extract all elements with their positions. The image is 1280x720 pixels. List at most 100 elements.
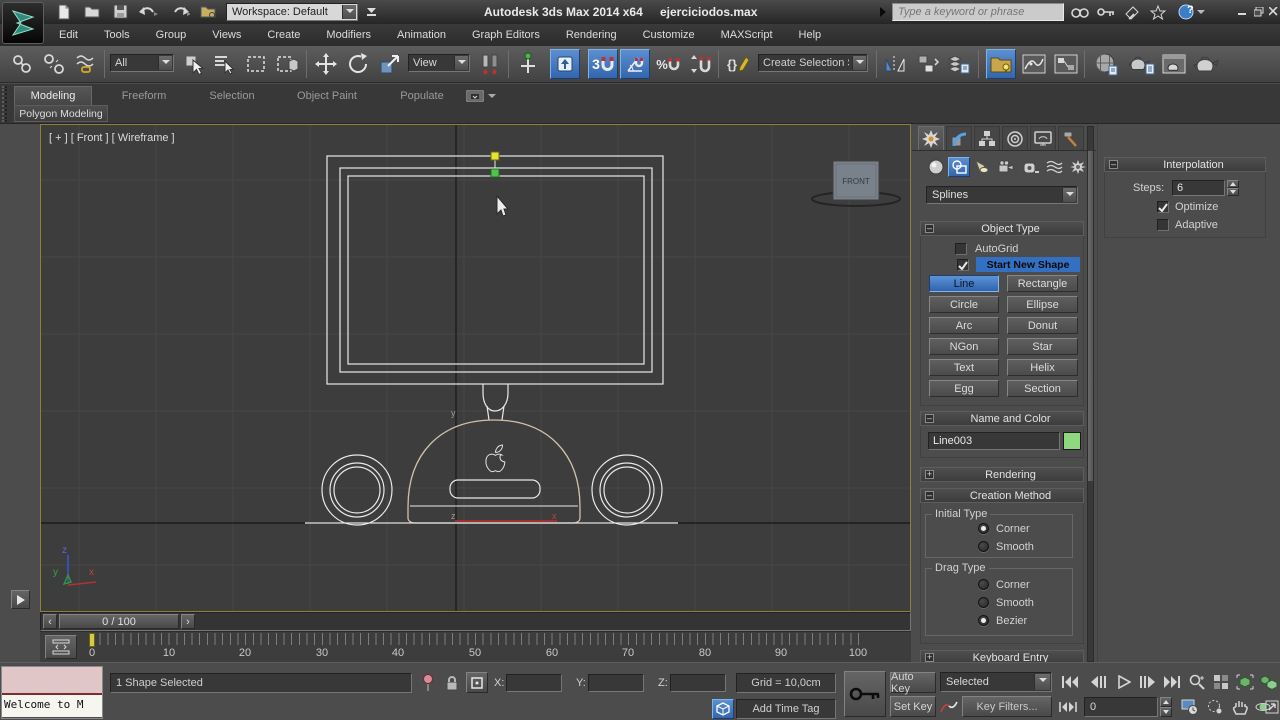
adaptive-checkbox[interactable] xyxy=(1157,219,1169,231)
viewcube[interactable]: FRONT xyxy=(811,160,901,207)
selection-filter-arrow-icon[interactable] xyxy=(158,56,172,70)
viewport-label[interactable]: [ + ] [ Front ] [ Wireframe ] xyxy=(49,132,175,144)
window-crossing-icon[interactable] xyxy=(274,50,302,78)
category-helpers-icon[interactable] xyxy=(1020,157,1041,177)
start-new-shape-button[interactable]: Start New Shape xyxy=(976,257,1080,272)
menu-group[interactable]: Group xyxy=(143,29,200,41)
viewport-canvas[interactable]: y z x FRONT z y x xyxy=(41,125,910,611)
ribbon-panel-polygon-modeling[interactable]: Polygon Modeling xyxy=(14,105,108,122)
keyboard-shortcut-override-button[interactable] xyxy=(550,49,580,79)
communication-key-icon[interactable] xyxy=(1094,2,1118,22)
tab-utilities[interactable] xyxy=(1058,126,1084,150)
tab-display[interactable] xyxy=(1030,126,1056,150)
selection-filter-dropdown[interactable]: All xyxy=(110,54,174,72)
tab-hierarchy[interactable] xyxy=(974,126,1000,150)
scrollbar-thumb[interactable] xyxy=(1088,151,1093,481)
go-to-end-button[interactable] xyxy=(1160,672,1184,692)
frame-spinner-down-icon[interactable] xyxy=(1160,707,1172,717)
window-minimize-button[interactable] xyxy=(1236,5,1249,18)
bind-to-space-warp-icon[interactable] xyxy=(72,50,100,78)
viewport-front[interactable]: y z x FRONT z y x [ + ] [ Front ] [ Wire… xyxy=(40,124,911,612)
listener-pink-pane[interactable] xyxy=(2,667,102,695)
select-and-move-icon[interactable] xyxy=(312,50,340,78)
absolute-relative-toggle-button[interactable] xyxy=(466,672,488,693)
current-frame-field[interactable]: 0 xyxy=(1084,697,1158,717)
layer-manager-icon[interactable] xyxy=(944,50,972,78)
rendered-frame-window-icon[interactable] xyxy=(1160,50,1188,78)
window-restore-button[interactable] xyxy=(1252,5,1265,18)
selection-lock-balloon-icon[interactable] xyxy=(418,673,438,693)
steps-spinner-up-icon[interactable] xyxy=(1227,180,1239,188)
auto-key-button[interactable]: Auto Key xyxy=(890,671,936,695)
mini-curve-editor-button[interactable] xyxy=(45,635,77,659)
help-button[interactable]: ? xyxy=(1176,2,1206,22)
shape-button-line[interactable]: Line xyxy=(929,275,999,292)
shape-button-helix[interactable]: Helix xyxy=(1007,359,1078,376)
shape-button-rectangle[interactable]: Rectangle xyxy=(1007,275,1078,292)
satellite-icon[interactable] xyxy=(1120,2,1144,22)
redo-icon[interactable] xyxy=(166,1,194,22)
select-and-scale-icon[interactable] xyxy=(376,50,404,78)
category-geometry-icon[interactable] xyxy=(925,157,946,177)
next-frame-button[interactable] xyxy=(1136,672,1160,692)
material-editor-icon[interactable] xyxy=(1092,50,1120,78)
drag-type-corner-radio[interactable] xyxy=(978,579,989,590)
command-panel-scrollbar[interactable] xyxy=(1087,126,1094,662)
current-frame-marker[interactable] xyxy=(89,633,95,647)
percent-snap-toggle-icon[interactable]: % xyxy=(654,50,682,78)
maximize-viewport-toggle-button[interactable] xyxy=(1264,697,1280,717)
select-object-icon[interactable] xyxy=(180,50,208,78)
snap-toggle-3d-button[interactable]: 3 xyxy=(588,49,618,79)
interpolation-rollout-header[interactable]: – Interpolation xyxy=(1104,157,1266,172)
start-new-shape-checkbox[interactable] xyxy=(957,259,969,271)
drag-type-smooth-radio[interactable] xyxy=(978,597,989,608)
shape-button-star[interactable]: Star xyxy=(1007,338,1078,355)
coordinate-system-dropdown[interactable]: View xyxy=(408,54,470,72)
create-selection-set-arrow-icon[interactable] xyxy=(852,56,866,70)
shape-button-donut[interactable]: Donut xyxy=(1007,317,1078,334)
add-time-tag-button[interactable]: Add Time Tag xyxy=(736,699,836,719)
steps-spinner-down-icon[interactable] xyxy=(1227,188,1239,196)
time-slider-track[interactable]: ‹ 0 / 100 › xyxy=(40,612,911,631)
angle-snap-toggle-button[interactable] xyxy=(620,49,650,79)
ribbon-tab-populate[interactable]: Populate xyxy=(384,86,460,105)
spinner-snap-toggle-icon[interactable] xyxy=(686,50,714,78)
shape-button-circle[interactable]: Circle xyxy=(929,296,999,313)
track-bar[interactable]: 0 10 20 30 40 50 60 70 80 90 100 xyxy=(40,631,911,662)
coordinate-system-arrow-icon[interactable] xyxy=(454,56,468,70)
key-selection-filter-dropdown[interactable]: Selected xyxy=(940,672,1052,692)
shape-button-ellipse[interactable]: Ellipse xyxy=(1007,296,1078,313)
search-field[interactable] xyxy=(892,3,1064,21)
initial-type-smooth-radio[interactable] xyxy=(978,541,989,552)
imac-monitor-wireframe[interactable] xyxy=(326,155,664,421)
favorites-star-icon[interactable] xyxy=(1146,2,1170,22)
time-configuration-button[interactable] xyxy=(1178,697,1202,717)
object-color-swatch[interactable] xyxy=(1063,432,1081,450)
maxscript-mini-listener[interactable]: Welcome to M xyxy=(1,666,103,719)
z-coord-field[interactable] xyxy=(670,674,726,692)
menu-views[interactable]: Views xyxy=(199,29,254,41)
category-systems-icon[interactable] xyxy=(1067,157,1088,177)
menu-customize[interactable]: Customize xyxy=(630,29,708,41)
zoom-time-icon[interactable] xyxy=(1186,672,1208,692)
search-expand-icon[interactable] xyxy=(878,6,888,18)
optimize-checkbox[interactable] xyxy=(1157,201,1169,213)
previous-frame-button[interactable] xyxy=(1086,672,1110,692)
key-selection-filter-arrow-icon[interactable] xyxy=(1034,674,1050,690)
window-close-button[interactable] xyxy=(1267,5,1280,18)
shape-button-egg[interactable]: Egg xyxy=(929,380,999,397)
speaker-left-wireframe[interactable] xyxy=(321,454,393,526)
rectangular-selection-region-icon[interactable] xyxy=(242,50,270,78)
undo-icon[interactable] xyxy=(134,1,162,22)
category-shapes-button[interactable] xyxy=(948,157,970,177)
open-file-icon[interactable] xyxy=(80,1,104,22)
tab-motion[interactable] xyxy=(1002,126,1028,150)
tab-modify[interactable] xyxy=(946,126,972,150)
curve-editor-icon[interactable] xyxy=(1020,50,1048,78)
steps-field[interactable]: 6 xyxy=(1172,180,1225,196)
play-button[interactable] xyxy=(1112,672,1136,692)
zoom-extents-all-icon[interactable] xyxy=(1258,672,1280,692)
x-coord-field[interactable] xyxy=(506,674,562,692)
category-space-warps-icon[interactable] xyxy=(1044,157,1065,177)
ribbon-tab-freeform[interactable]: Freeform xyxy=(104,86,184,105)
